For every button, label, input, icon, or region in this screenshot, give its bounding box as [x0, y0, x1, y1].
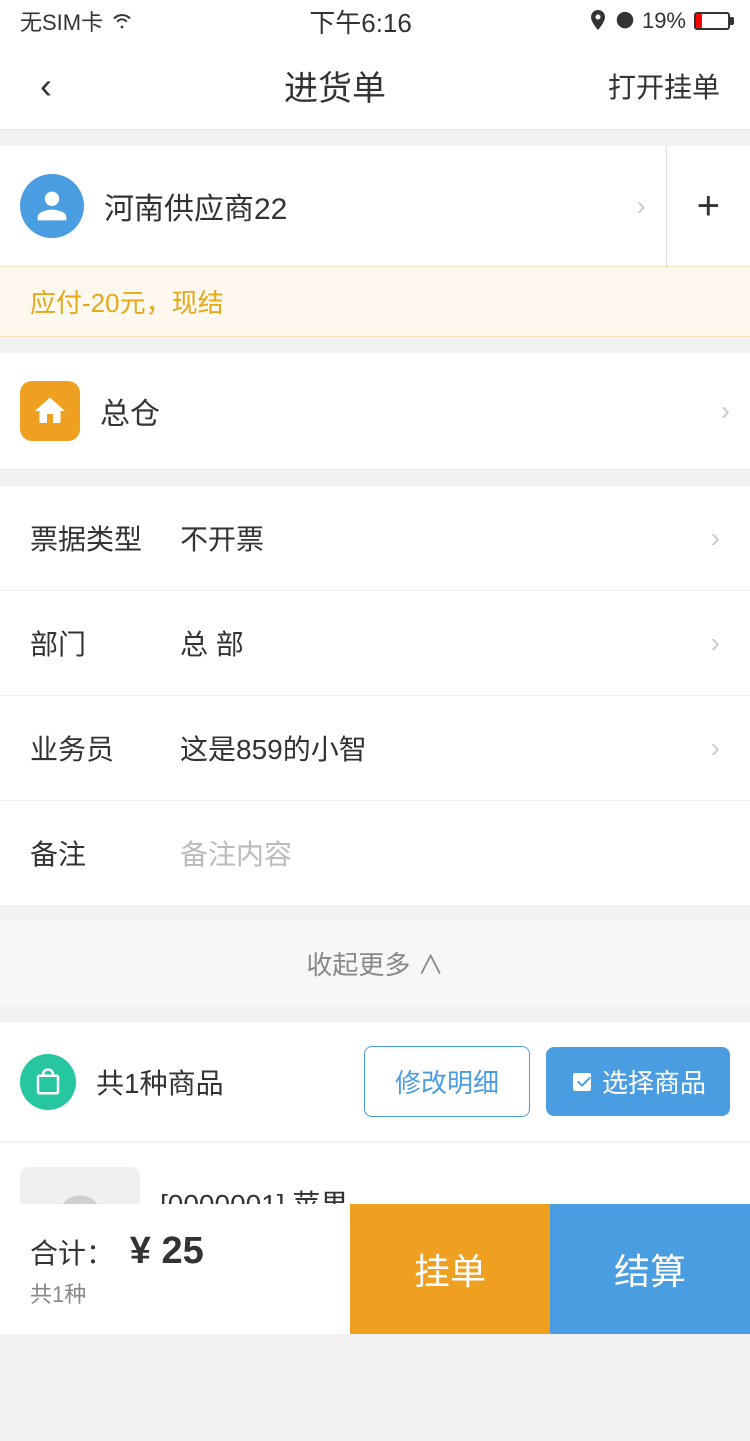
total-amount: ¥ 25: [130, 1230, 204, 1272]
department-label: 部门: [30, 623, 160, 663]
battery-percent: 19%: [642, 8, 686, 34]
supplier-chevron-icon: ›: [636, 190, 645, 222]
carrier-label: 无SIM卡: [20, 5, 103, 37]
invoice-type-row[interactable]: 票据类型 不开票 ›: [0, 486, 750, 591]
product-icon: [20, 1054, 76, 1110]
supplier-selector[interactable]: 河南供应商22 ›: [0, 146, 667, 266]
product-count-label: 共1种商品: [96, 1062, 364, 1102]
total-main: 合计： ¥ 25: [30, 1230, 320, 1273]
page-title: 进货单: [284, 61, 386, 110]
alarm-icon: [614, 10, 636, 32]
nav-bar: ‹ 进货单 打开挂单: [0, 42, 750, 130]
back-button[interactable]: ‹: [30, 55, 62, 117]
remark-row[interactable]: 备注 备注内容: [0, 801, 750, 905]
salesperson-chevron-icon: ›: [711, 732, 720, 764]
remark-label: 备注: [30, 833, 160, 873]
invoice-type-label: 票据类型: [30, 518, 160, 558]
open-hang-button[interactable]: 打开挂单: [608, 66, 720, 106]
collapse-button[interactable]: 收起更多 ∧: [0, 921, 750, 1006]
notice-text: 应付-20元，现结: [30, 288, 224, 318]
notice-banner: 应付-20元，现结: [0, 266, 750, 337]
supplier-name: 河南供应商22: [104, 184, 620, 228]
select-product-button[interactable]: 选择商品: [546, 1047, 730, 1116]
status-right: 19%: [588, 8, 730, 34]
battery-icon: [694, 12, 730, 30]
status-bar: 无SIM卡 下午6:16 19%: [0, 0, 750, 42]
total-label: 合计：: [30, 1238, 114, 1269]
person-icon: [34, 188, 70, 224]
edit-detail-button[interactable]: 修改明细: [364, 1046, 530, 1117]
total-sub: 共1种: [30, 1277, 320, 1309]
warehouse-icon: [20, 381, 80, 441]
select-product-label: 选择商品: [602, 1063, 706, 1100]
settle-button[interactable]: 结算: [550, 1204, 750, 1334]
hang-button[interactable]: 挂单: [350, 1204, 550, 1334]
add-supplier-button[interactable]: +: [667, 156, 750, 257]
department-row[interactable]: 部门 总 部 ›: [0, 591, 750, 696]
form-section: 票据类型 不开票 › 部门 总 部 › 业务员 这是859的小智 › 备注 备注…: [0, 486, 750, 905]
invoice-chevron-icon: ›: [711, 522, 720, 554]
warehouse-chevron-icon: ›: [721, 395, 730, 427]
salesperson-row[interactable]: 业务员 这是859的小智 ›: [0, 696, 750, 801]
warehouse-section[interactable]: 总仓 ›: [0, 353, 750, 470]
bottom-bar: 合计： ¥ 25 共1种 挂单 结算: [0, 1204, 750, 1334]
product-header: 共1种商品 修改明细 选择商品: [0, 1022, 750, 1141]
location-icon: [588, 10, 608, 32]
shopping-bag-icon: [33, 1067, 63, 1097]
department-value: 总 部: [160, 623, 695, 663]
supplier-section: 河南供应商22 › +: [0, 146, 750, 266]
home-icon: [32, 393, 68, 429]
department-chevron-icon: ›: [711, 627, 720, 659]
remark-input[interactable]: 备注内容: [160, 833, 720, 873]
salesperson-value: 这是859的小智: [160, 728, 695, 768]
status-time: 下午6:16: [309, 3, 412, 40]
wifi-icon: [111, 13, 133, 29]
add-product-icon: [570, 1070, 594, 1094]
invoice-type-value: 不开票: [160, 518, 695, 558]
salesperson-label: 业务员: [30, 728, 160, 768]
supplier-avatar: [20, 174, 84, 238]
total-section: 合计： ¥ 25 共1种: [0, 1230, 350, 1309]
warehouse-name: 总仓: [100, 389, 705, 433]
status-left: 无SIM卡: [20, 5, 133, 37]
